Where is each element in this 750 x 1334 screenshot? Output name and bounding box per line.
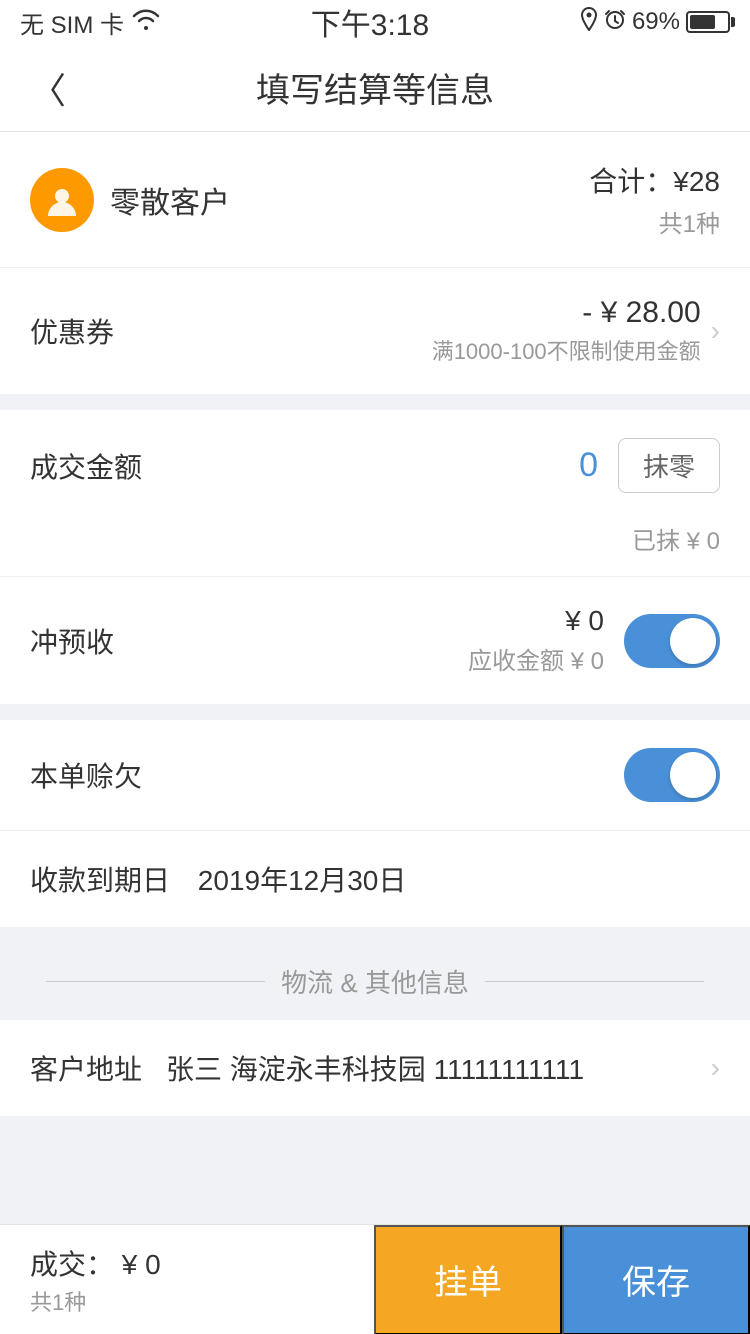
- round-button[interactable]: 抹零: [618, 438, 720, 493]
- customer-name: 零散客户: [110, 178, 230, 222]
- prepay-label: 冲预收: [30, 621, 114, 661]
- address-section: 客户地址 张三 海淀永丰科技园 11111111111 ›: [0, 1020, 750, 1116]
- logistics-section: 物流 & 其他信息: [0, 943, 750, 1020]
- prepay-toggle[interactable]: [624, 614, 720, 668]
- logistics-header: 物流 & 其他信息: [0, 943, 750, 1020]
- address-row[interactable]: 客户地址 张三 海淀永丰科技园 11111111111 ›: [0, 1020, 750, 1116]
- prepay-right: ¥ 0 应收金额 ¥ 0: [468, 605, 720, 676]
- due-date-label: 收款到期日: [30, 865, 170, 896]
- prepay-row: 冲预收 ¥ 0 应收金额 ¥ 0: [0, 576, 750, 704]
- deal-label: 成交金额: [30, 446, 142, 486]
- battery-icon: [686, 11, 730, 33]
- due-date-value: 2019年12月30日: [198, 865, 407, 896]
- coupon-row[interactable]: 优惠券 - ¥ 28.00 满1000-100不限制使用金额 ›: [0, 267, 750, 394]
- alarm-icon: [604, 8, 626, 37]
- coupon-info: - ¥ 28.00 满1000-100不限制使用金额: [432, 296, 701, 366]
- chevron-right-icon: ›: [711, 315, 720, 347]
- coupon-desc: 满1000-100不限制使用金额: [432, 334, 701, 366]
- back-button[interactable]: 〈: [30, 62, 66, 114]
- toggle-knob-debt: [670, 752, 716, 798]
- page-title: 填写结算等信息: [86, 63, 664, 112]
- bottom-summary: 成交： ¥ 0 共1种: [0, 1243, 374, 1317]
- address-label: 客户地址: [30, 1048, 142, 1088]
- nav-bar: 〈 填写结算等信息: [0, 44, 750, 132]
- deal-right: 0 抹零: [579, 438, 720, 493]
- address-value: 张三 海淀永丰科技园 11111111111: [166, 1048, 711, 1088]
- deal-sub: 已抹 ¥ 0: [0, 521, 750, 576]
- deal-row: 成交金额 0 抹零: [0, 410, 750, 521]
- summary-count: 共1种: [30, 1285, 344, 1317]
- prepay-amount: ¥ 0: [468, 605, 604, 637]
- customer-total: 合计：¥28 共1种: [589, 160, 720, 239]
- hang-button[interactable]: 挂单: [374, 1225, 562, 1334]
- coupon-amount: - ¥ 28.00: [432, 296, 701, 330]
- debt-section: 本单赊欠 收款到期日 2019年12月30日: [0, 720, 750, 927]
- deal-section: 成交金额 0 抹零 已抹 ¥ 0 冲预收 ¥ 0 应收金额 ¥ 0: [0, 410, 750, 704]
- prepay-sub: 应收金额 ¥ 0: [468, 641, 604, 676]
- address-chevron-icon: ›: [711, 1052, 720, 1084]
- debt-row: 本单赊欠: [0, 720, 750, 830]
- customer-left: 零散客户: [30, 168, 230, 232]
- avatar: [30, 168, 94, 232]
- debt-toggle[interactable]: [624, 748, 720, 802]
- debt-label: 本单赊欠: [30, 755, 142, 795]
- save-button[interactable]: 保存: [562, 1225, 750, 1334]
- location-icon: [580, 7, 598, 38]
- customer-row: 零散客户 合计：¥28 共1种: [0, 132, 750, 267]
- coupon-right: - ¥ 28.00 满1000-100不限制使用金额 ›: [432, 296, 720, 366]
- customer-section: 零散客户 合计：¥28 共1种 优惠券 - ¥ 28.00 满1000-100不…: [0, 132, 750, 394]
- sim-label: 无 SIM 卡: [20, 5, 124, 40]
- total-amount: 合计：¥28: [589, 160, 720, 200]
- battery-percent: 69%: [632, 8, 680, 36]
- toggle-knob: [670, 618, 716, 664]
- bottom-bar: 成交： ¥ 0 共1种 挂单 保存: [0, 1224, 750, 1334]
- status-bar: 无 SIM 卡 下午3:18 69%: [0, 0, 750, 44]
- coupon-label: 优惠券: [30, 311, 114, 351]
- bottom-summary-line1: 成交： ¥ 0: [30, 1243, 344, 1283]
- deal-value: 0: [579, 446, 598, 485]
- prepay-info: ¥ 0 应收金额 ¥ 0: [468, 605, 604, 676]
- due-date-row: 收款到期日 2019年12月30日: [0, 830, 750, 927]
- logistics-label: 物流 & 其他信息: [281, 963, 469, 1000]
- total-count: 共1种: [589, 204, 720, 239]
- status-time: 下午3:18: [311, 0, 429, 44]
- summary-amount: ¥ 0: [122, 1249, 161, 1280]
- status-left: 无 SIM 卡: [20, 5, 160, 40]
- status-right: 69%: [580, 7, 730, 38]
- summary-label: 成交：: [30, 1249, 114, 1280]
- wifi-icon: [132, 8, 160, 37]
